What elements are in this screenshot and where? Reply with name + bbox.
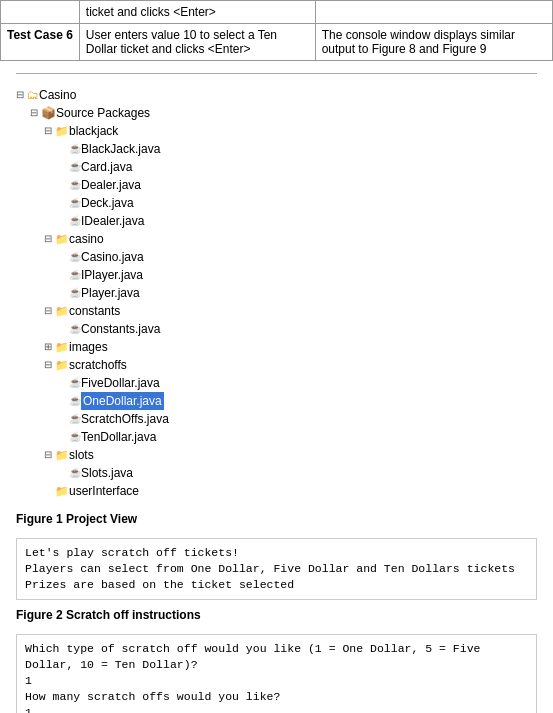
package-icon: 📁 <box>55 446 69 464</box>
node-label: ScratchOffs.java <box>81 410 169 428</box>
tree-node-iplayer-java[interactable]: ☕ IPlayer.java <box>16 266 537 284</box>
tree-node-dealer-java[interactable]: ☕ Dealer.java <box>16 176 537 194</box>
figure2-label: Figure 2 Scratch off instructions <box>0 604 553 630</box>
package-icon: 📁 <box>55 230 69 248</box>
tree-node-slots-java[interactable]: ☕ Slots.java <box>16 464 537 482</box>
expand-icon: ⊟ <box>44 122 54 140</box>
node-label: Constants.java <box>81 320 160 338</box>
tree-node-images-pkg[interactable]: ⊞ 📁 images <box>16 338 537 356</box>
console1-line1: Let's play scratch off tickets! <box>25 545 528 561</box>
tree-node-fivedollar-java[interactable]: ☕ FiveDollar.java <box>16 374 537 392</box>
console1-line3: Prizes are based on the ticket selected <box>25 577 528 593</box>
node-label: Casino <box>39 86 76 104</box>
test-case-result: The console window displays similar outp… <box>315 24 552 61</box>
node-label: casino <box>69 230 104 248</box>
folder-icon: 🗂 <box>27 86 39 104</box>
tree-node-slots-pkg[interactable]: ⊟ 📁 slots <box>16 446 537 464</box>
expand-icon: ⊟ <box>44 230 54 248</box>
figure1-label: Figure 1 Project View <box>0 508 553 534</box>
java-file-icon: ☕ <box>69 248 81 266</box>
tree-node-card-java[interactable]: ☕ Card.java <box>16 158 537 176</box>
tree-node-source-packages[interactable]: ⊟ 📦 Source Packages <box>16 104 537 122</box>
console2-line2: 1 <box>25 673 528 689</box>
project-tree: ⊟ 🗂 Casino ⊟ 📦 Source Packages ⊟ 📁 black… <box>0 82 553 508</box>
console1-output: Let's play scratch off tickets! Players … <box>16 538 537 600</box>
tree-node-tendollar-java[interactable]: ☕ TenDollar.java <box>16 428 537 446</box>
table-cell-action: ticket and clicks <Enter> <box>79 1 315 24</box>
source-packages-icon: 📦 <box>41 104 56 122</box>
java-file-icon: ☕ <box>69 284 81 302</box>
table-cell-result <box>315 1 552 24</box>
console2-output: Which type of scratch off would you like… <box>16 634 537 713</box>
java-file-icon: ☕ <box>69 374 81 392</box>
node-label: Casino.java <box>81 248 144 266</box>
console2-line1: Which type of scratch off would you like… <box>25 641 528 673</box>
java-file-icon: ☕ <box>69 266 81 284</box>
node-label: IPlayer.java <box>81 266 143 284</box>
java-file-icon: ☕ <box>69 158 81 176</box>
node-label: blackjack <box>69 122 118 140</box>
table-row: ticket and clicks <Enter> <box>1 1 553 24</box>
tree-node-scratchoffs-pkg[interactable]: ⊟ 📁 scratchoffs <box>16 356 537 374</box>
console2-line4: 1 <box>25 705 528 713</box>
test-case-action: User enters value 10 to select a Ten Dol… <box>79 24 315 61</box>
java-file-icon: ☕ <box>69 140 81 158</box>
table-cell-label <box>1 1 80 24</box>
test-cases-table: ticket and clicks <Enter> Test Case 6 Us… <box>0 0 553 61</box>
node-label: images <box>69 338 108 356</box>
expand-icon: ⊞ <box>44 338 54 356</box>
table-row: Test Case 6 User enters value 10 to sele… <box>1 24 553 61</box>
tree-node-blackjack-java[interactable]: ☕ BlackJack.java <box>16 140 537 158</box>
tree-node-onedollar-java[interactable]: ☕ OneDollar.java <box>16 392 537 410</box>
tree-node-constants-pkg[interactable]: ⊟ 📁 constants <box>16 302 537 320</box>
package-icon: 📁 <box>55 122 69 140</box>
expand-icon: ⊟ <box>30 104 40 122</box>
node-label: Player.java <box>81 284 140 302</box>
java-file-icon: ☕ <box>69 320 81 338</box>
java-file-icon: ☕ <box>69 464 81 482</box>
java-file-icon: ☕ <box>69 428 81 446</box>
package-icon: 📁 <box>55 482 69 500</box>
console1-line2: Players can select from One Dollar, Five… <box>25 561 528 577</box>
console2-line3: How many scratch offs would you like? <box>25 689 528 705</box>
tree-node-userinterface-pkg[interactable]: 📁 userInterface <box>16 482 537 500</box>
node-label: scratchoffs <box>69 356 127 374</box>
expand-icon: ⊟ <box>44 356 54 374</box>
expand-icon: ⊟ <box>16 86 26 104</box>
node-label: constants <box>69 302 120 320</box>
package-icon: 📁 <box>55 338 69 356</box>
node-label: slots <box>69 446 94 464</box>
node-label: OneDollar.java <box>81 392 164 410</box>
node-label: Card.java <box>81 158 132 176</box>
node-label: FiveDollar.java <box>81 374 160 392</box>
node-label: Dealer.java <box>81 176 141 194</box>
node-label: Deck.java <box>81 194 134 212</box>
tree-node-constants-java[interactable]: ☕ Constants.java <box>16 320 537 338</box>
node-label: BlackJack.java <box>81 140 160 158</box>
node-label: TenDollar.java <box>81 428 156 446</box>
tree-node-deck-java[interactable]: ☕ Deck.java <box>16 194 537 212</box>
tree-node-idealer-java[interactable]: ☕ IDealer.java <box>16 212 537 230</box>
node-label: userInterface <box>69 482 139 500</box>
node-label: IDealer.java <box>81 212 144 230</box>
tree-node-blackjack[interactable]: ⊟ 📁 blackjack <box>16 122 537 140</box>
java-file-icon: ☕ <box>69 410 81 428</box>
expand-icon: ⊟ <box>44 446 54 464</box>
java-file-icon: ☕ <box>69 194 81 212</box>
expand-icon: ⊟ <box>44 302 54 320</box>
java-file-icon: ☕ <box>69 392 81 410</box>
tree-node-casino-java[interactable]: ☕ Casino.java <box>16 248 537 266</box>
test-case-id: Test Case 6 <box>1 24 80 61</box>
java-file-icon: ☕ <box>69 176 81 194</box>
node-label: Slots.java <box>81 464 133 482</box>
tree-node-casino[interactable]: ⊟ 🗂 Casino <box>16 86 537 104</box>
tree-node-scratchoffs-java[interactable]: ☕ ScratchOffs.java <box>16 410 537 428</box>
java-file-icon: ☕ <box>69 212 81 230</box>
section-divider <box>16 73 537 74</box>
package-icon: 📁 <box>55 356 69 374</box>
tree-node-casino-pkg[interactable]: ⊟ 📁 casino <box>16 230 537 248</box>
node-label: Source Packages <box>56 104 150 122</box>
tree-node-player-java[interactable]: ☕ Player.java <box>16 284 537 302</box>
package-icon: 📁 <box>55 302 69 320</box>
